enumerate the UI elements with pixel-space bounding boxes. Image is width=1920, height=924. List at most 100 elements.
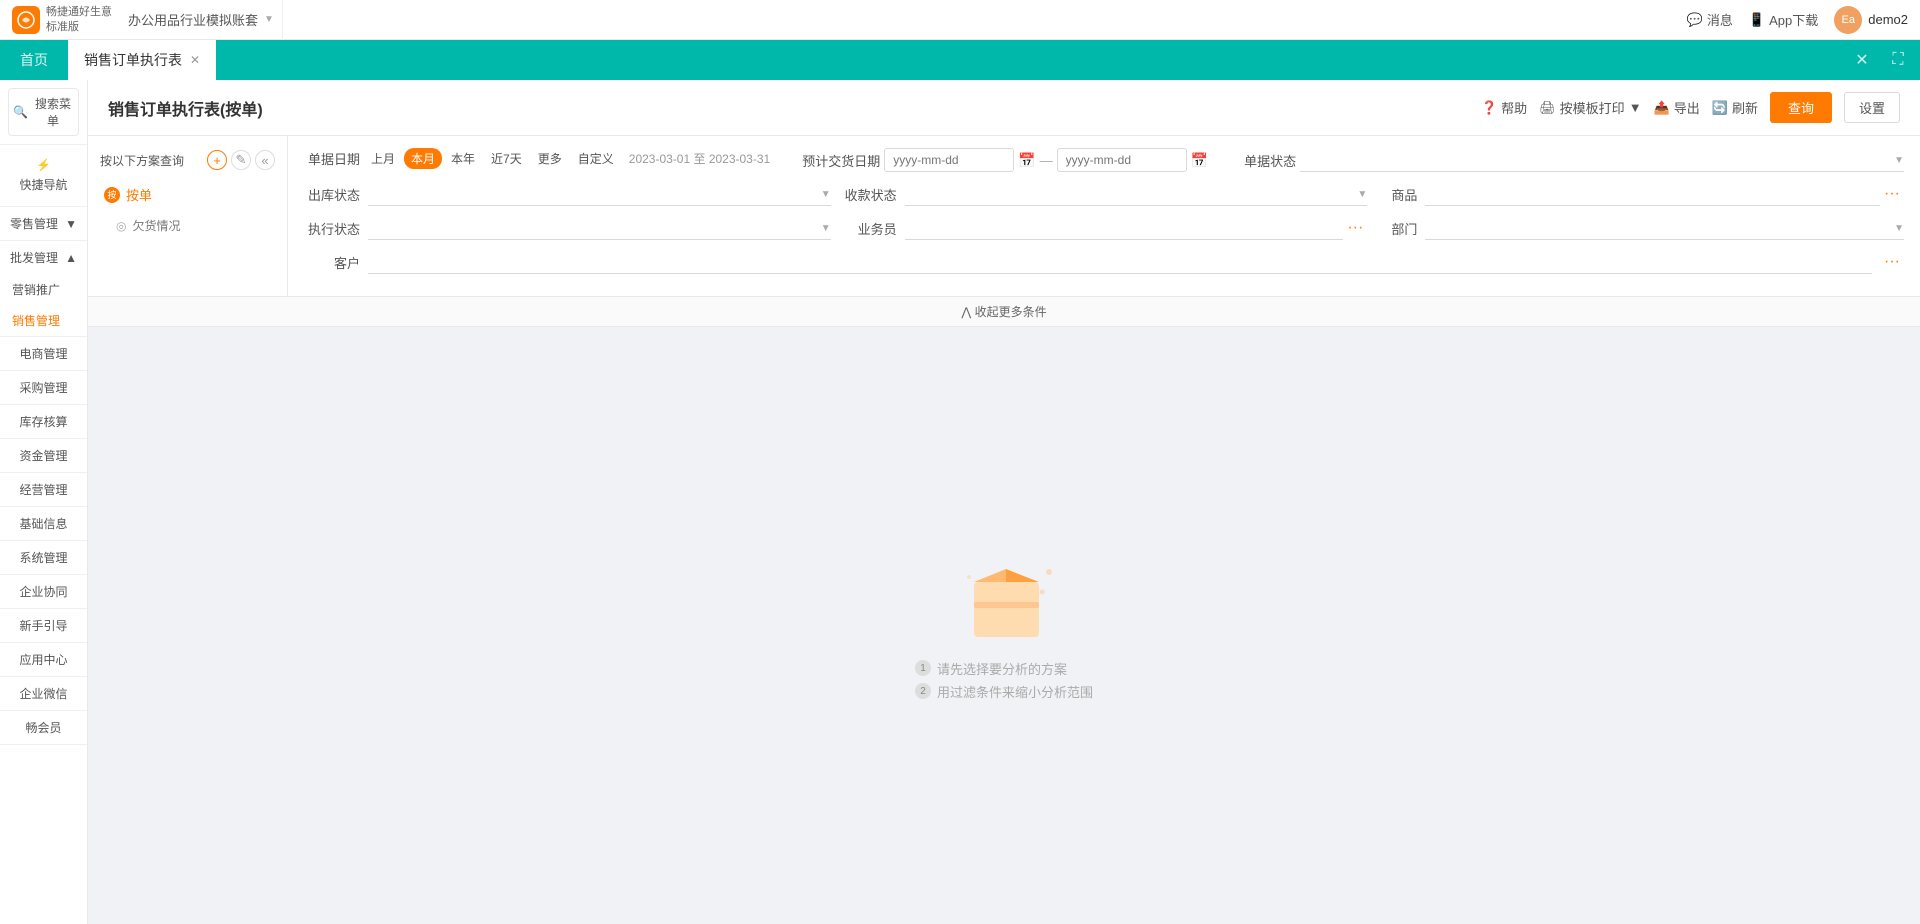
date-filter-group: 单据日期 上月 本月 本年 近7天 更多 自定义 2023-03-01 至 20… [304,148,770,169]
print-icon: 🖨 [1539,100,1556,116]
product-label: 商品 [1377,185,1417,204]
app-name-text: 办公用品行业模拟账套 [128,10,258,29]
download-button[interactable]: 📱 App下载 [1749,10,1818,29]
collapse-plan-button[interactable]: « [255,150,275,170]
sidebar-item-member[interactable]: 畅会员 [0,711,87,745]
sidebar-item-purchase[interactable]: 采购管理 [0,371,87,405]
date-tab-more[interactable]: 更多 [531,148,569,169]
app-name-selector[interactable]: 办公用品行业模拟账套 ▼ [120,0,283,40]
window-maximize-icon[interactable]: ⛶ [1884,46,1912,74]
delivery-status-select[interactable] [368,182,831,206]
date-range-calendar-icon-2: 📅 [1191,152,1208,169]
date-tab-7days[interactable]: 近7天 [484,148,529,169]
query-button[interactable]: 查询 [1770,92,1832,123]
settings-button[interactable]: 设置 [1844,92,1900,123]
help-button[interactable]: ❓ 帮助 [1481,98,1527,117]
filter-panel-inner: 按以下方案查询 + ✎ « [88,136,1920,296]
salesperson-dots-icon[interactable]: ··· [1343,216,1367,240]
date-tabs: 上月 本月 本年 近7天 更多 自定义 [364,148,621,169]
page-actions: ❓ 帮助 🖨 按模板打印 ▼ 📤 导出 🔄 刷新 查询 设置 [1481,92,1900,123]
empty-icon [954,547,1054,647]
print-chevron-icon: ▼ [1629,100,1642,115]
execution-status-label: 执行状态 [304,219,360,238]
expected-date-start[interactable] [884,148,1014,172]
sidebar-item-app-center[interactable]: 应用中心 [0,643,87,677]
sidebar-item-system[interactable]: 系统管理 [0,541,87,575]
retail-chevron-icon: ▼ [65,217,77,231]
filter-row-4: 客户 ··· [304,250,1904,274]
customer-label: 客户 [304,253,360,272]
customer-dots-icon[interactable]: ··· [1880,250,1904,274]
sub-plan-icon: ◎ [116,219,126,233]
sidebar-quick-nav[interactable]: ⚡ 快捷导航 [0,145,87,207]
expected-date-end[interactable] [1057,148,1187,172]
messages-button[interactable]: 💬 消息 [1687,10,1733,29]
filter-row-1: 单据日期 上月 本月 本年 近7天 更多 自定义 2023-03-01 至 20… [304,148,1904,172]
empty-state: 1 请先选择要分析的方案 2 用过滤条件来缩小分析范围 [915,547,1093,705]
collapse-filters-button[interactable]: ⋀ 收起更多条件 [88,296,1920,326]
department-select-wrapper: ▼ [1425,216,1904,240]
sidebar-item-operation[interactable]: 经营管理 [0,473,87,507]
edit-plan-button[interactable]: ✎ [231,150,251,170]
date-tab-this-year[interactable]: 本年 [444,148,482,169]
execution-status-select[interactable] [368,216,831,240]
filter-conditions: 单据日期 上月 本月 本年 近7天 更多 自定义 2023-03-01 至 20… [288,136,1920,296]
sidebar-search-button[interactable]: 🔍 搜索菜单 [8,88,79,136]
date-range-display: 2023-03-01 至 2023-03-31 [629,150,770,167]
user-avatar: Ea [1834,6,1862,34]
execution-status-select-wrapper: ▼ [368,216,831,240]
sidebar-item-enterprise-wechat[interactable]: 企业微信 [0,677,87,711]
plan-item-by-order[interactable]: 按 按单 [88,178,287,211]
tab-sales-order[interactable]: 销售订单执行表 ✕ [68,40,216,80]
sidebar-item-tutorial[interactable]: 新手引导 [0,609,87,643]
refresh-button[interactable]: 🔄 刷新 [1712,98,1758,117]
sidebar-item-quick-nav[interactable]: ⚡ 快捷导航 [0,151,87,200]
sidebar-item-basic-info[interactable]: 基础信息 [0,507,87,541]
department-select[interactable] [1425,216,1904,240]
search-icon: 🔍 [13,105,28,119]
filter-row-3: 执行状态 ▼ 业务员 ··· [304,216,1904,240]
customer-input[interactable] [368,250,1872,274]
message-icon: 💬 [1687,12,1703,28]
window-close-icon[interactable]: ✕ [1848,46,1876,74]
product-dots-icon[interactable]: ··· [1880,182,1904,206]
sidebar-item-inventory[interactable]: 库存核算 [0,405,87,439]
date-tab-last-month[interactable]: 上月 [364,148,402,169]
date-label: 单据日期 [304,149,360,168]
top-header: 畅捷通好生意 标准版 办公用品行业模拟账套 ▼ 💬 消息 📱 App下载 Ea … [0,0,1920,40]
plan-item-shortage[interactable]: ◎ 欠货情况 [88,211,287,240]
date-range-calendar-icon-1: 📅 [1018,152,1035,169]
sidebar-item-finance[interactable]: 资金管理 [0,439,87,473]
tab-home[interactable]: 首页 [0,40,68,80]
tab-bar-right: ✕ ⛶ [1848,46,1920,74]
sidebar-section-retail: 零售管理 ▼ [0,207,87,241]
tab-close-icon[interactable]: ✕ [190,53,200,67]
sidebar-item-retail[interactable]: 零售管理 ▼ [0,207,87,240]
sidebar-item-ecommerce[interactable]: 电商管理 [0,337,87,371]
filter-plan-panel: 按以下方案查询 + ✎ « [88,136,288,296]
product-input[interactable] [1425,182,1880,206]
sidebar-item-wholesale[interactable]: 批发管理 ▲ [0,241,87,274]
date-tab-custom[interactable]: 自定义 [571,148,621,169]
date-range-separator: — [1040,153,1053,168]
sidebar-item-marketing[interactable]: 营销推广 [0,274,87,305]
add-plan-button[interactable]: + [207,150,227,170]
table-area: 1 请先选择要分析的方案 2 用过滤条件来缩小分析范围 [88,327,1920,924]
payment-status-group: 收款状态 ▼ [841,182,1368,206]
order-status-select[interactable] [1300,148,1904,172]
order-status-select-wrapper: ▼ [1300,148,1904,172]
filter-plan-header: 按以下方案查询 + ✎ « [88,146,287,178]
sidebar-item-sales-management[interactable]: 销售管理 [0,305,87,336]
print-button[interactable]: 🖨 按模板打印 ▼ [1539,98,1641,117]
salesperson-input[interactable] [905,216,1344,240]
payment-status-select[interactable] [905,182,1368,206]
page-title: 销售订单执行表(按单) [108,96,263,120]
expected-date-group: 预计交货日期 📅 — 📅 [802,148,1208,172]
content-area: 销售订单执行表(按单) ❓ 帮助 🖨 按模板打印 ▼ 📤 导出 🔄 刷新 [88,80,1920,924]
delivery-status-label: 出库状态 [304,185,360,204]
date-tab-this-month[interactable]: 本月 [404,148,442,169]
user-info[interactable]: Ea demo2 [1834,6,1908,34]
sidebar-item-cooperation[interactable]: 企业协同 [0,575,87,609]
header-left: 畅捷通好生意 标准版 办公用品行业模拟账套 ▼ [12,0,283,40]
export-button[interactable]: 📤 导出 [1654,98,1700,117]
